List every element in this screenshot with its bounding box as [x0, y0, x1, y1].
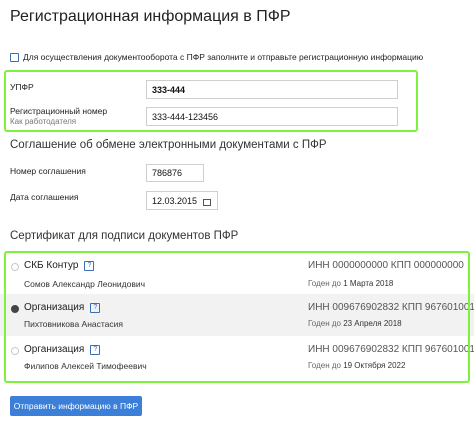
calendar-icon[interactable]: [203, 199, 211, 206]
certificates-highlight: [4, 251, 470, 383]
agreement-section-title: Соглашение об обмене электронными докуме…: [10, 139, 327, 151]
submit-button[interactable]: Отправить информацию в ПФР: [10, 396, 142, 416]
reg-number-sublabel: Как работодателя: [10, 117, 77, 126]
agreement-number-input[interactable]: 786876: [146, 164, 204, 182]
agreement-number-value: 786876: [152, 168, 183, 178]
info-notice: Для осуществления документооборота с ПФР…: [10, 52, 423, 62]
agreement-date-input[interactable]: 12.03.2015: [146, 191, 218, 210]
reg-number-label: Регистрационный номер: [10, 106, 108, 116]
info-icon: [10, 52, 19, 62]
agreement-date-label: Дата соглашения: [10, 192, 79, 202]
info-text: Для осуществления документооборота с ПФР…: [23, 52, 424, 62]
page-title: Регистрационная информация в ПФР: [10, 8, 291, 25]
agreement-date-value: 12.03.2015: [152, 195, 198, 206]
upfr-input[interactable]: 333-444: [146, 80, 398, 99]
upfr-value: 333-444: [152, 84, 186, 95]
reg-number-input[interactable]: 333-444-123456: [146, 107, 398, 126]
certificate-section-title: Сертификат для подписи документов ПФР: [10, 230, 239, 242]
agreement-number-label: Номер соглашения: [10, 166, 86, 176]
upfr-label: УПФР: [10, 82, 34, 92]
reg-number-value: 333-444-123456: [152, 111, 219, 122]
